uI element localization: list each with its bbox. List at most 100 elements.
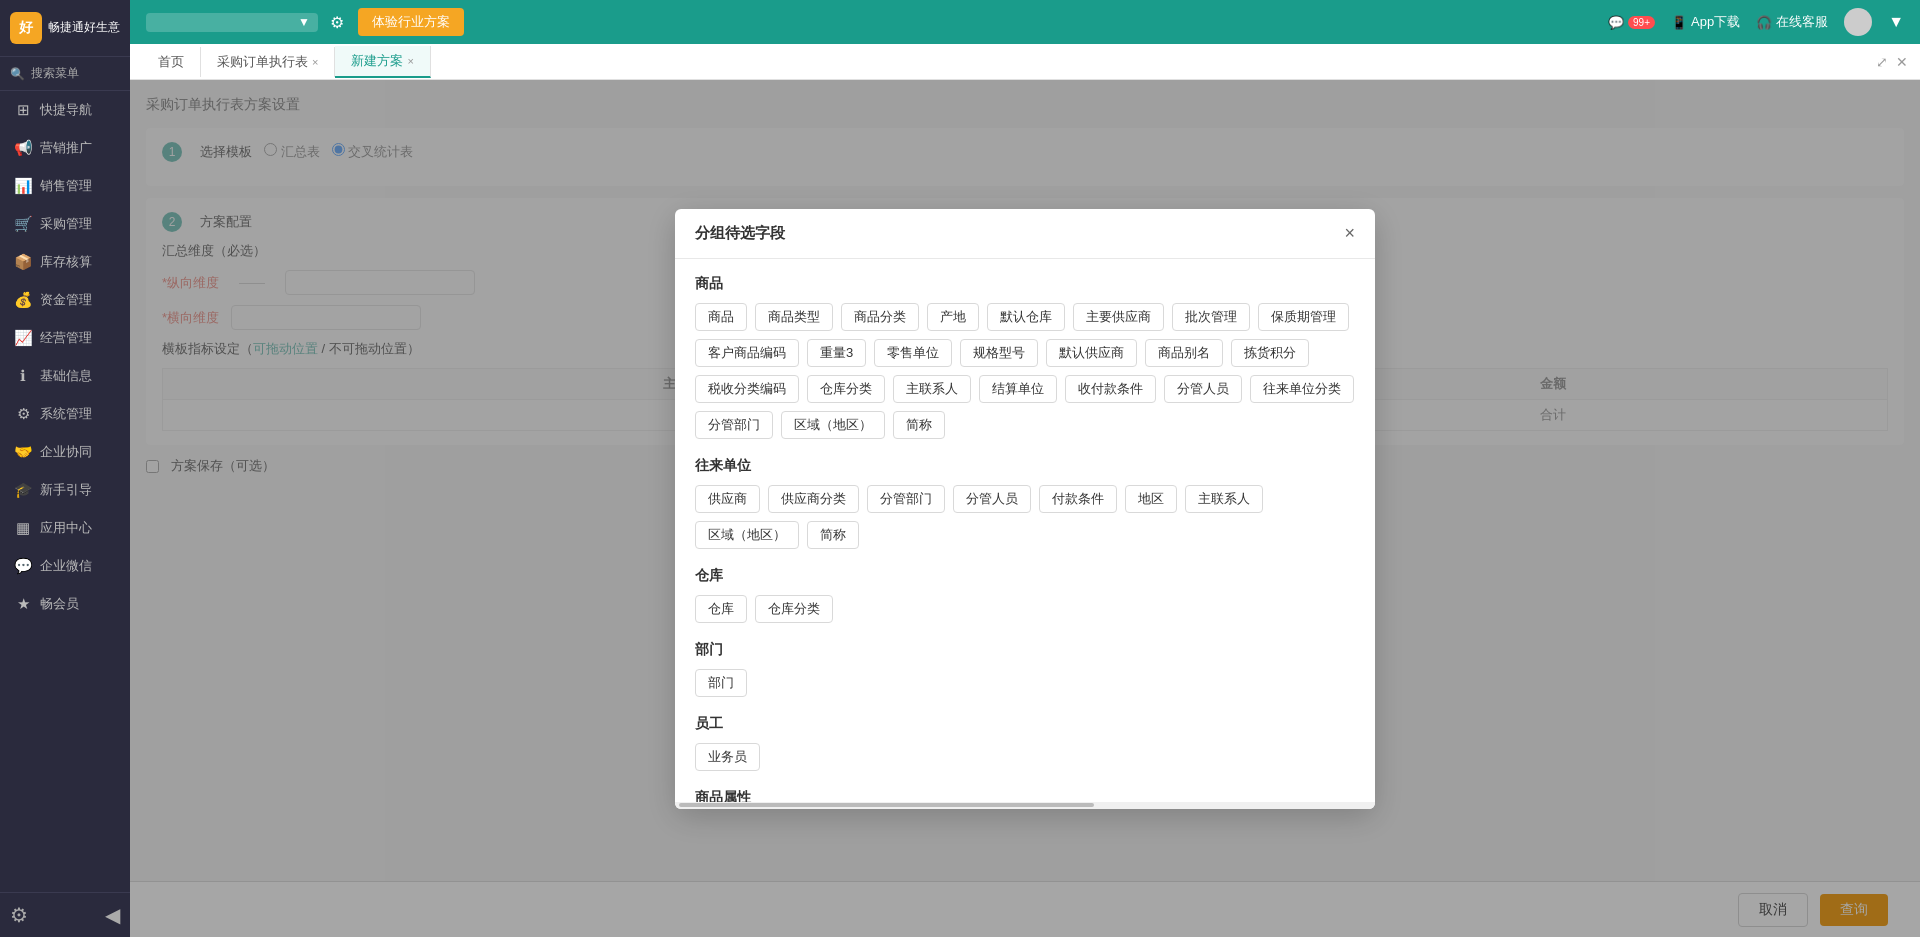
tab-2[interactable]: 新建方案 ×	[335, 46, 430, 78]
tab-1[interactable]: 采购订单执行表 ×	[201, 47, 335, 77]
modal-section-warehouse: 仓库仓库仓库分类	[695, 567, 1355, 623]
field-tag-goods-12[interactable]: 默认供应商	[1046, 339, 1137, 367]
sidebar-item-quick-nav[interactable]: ⊞快捷导航	[0, 91, 130, 129]
sidebar-item-guide[interactable]: 🎓新手引导	[0, 471, 130, 509]
coop-icon: 🤝	[14, 443, 32, 461]
sidebar-item-marketing[interactable]: 📢营销推广	[0, 129, 130, 167]
field-tag-goods-5[interactable]: 主要供应商	[1073, 303, 1164, 331]
field-tag-goods-10[interactable]: 零售单位	[874, 339, 952, 367]
modal-title: 分组待选字段	[695, 224, 785, 243]
field-tag-goods-18[interactable]: 结算单位	[979, 375, 1057, 403]
settings-icon[interactable]: ⚙	[10, 903, 28, 927]
sidebar-item-member[interactable]: ★ 畅会员	[0, 585, 130, 623]
inventory-icon: 📦	[14, 253, 32, 271]
online-service-link[interactable]: 🎧 在线客服	[1756, 13, 1828, 31]
field-tag-goods-22[interactable]: 分管部门	[695, 411, 773, 439]
message-icon-wrap[interactable]: 💬 99+	[1608, 15, 1655, 30]
sidebar-item-coop[interactable]: 🤝 企业协同	[0, 433, 130, 471]
purchase-icon: 🛒	[14, 215, 32, 233]
sidebar-label-member: 畅会员	[40, 595, 79, 613]
online-service-label: 在线客服	[1776, 13, 1828, 31]
field-tag-partner-6[interactable]: 主联系人	[1185, 485, 1263, 513]
experience-btn[interactable]: 体验行业方案	[358, 8, 464, 36]
sidebar-item-system[interactable]: ⚙系统管理	[0, 395, 130, 433]
tab-maximize[interactable]: ⤢ ✕	[1876, 54, 1908, 70]
field-tag-goods-3[interactable]: 产地	[927, 303, 979, 331]
field-tag-goods-7[interactable]: 保质期管理	[1258, 303, 1349, 331]
field-tag-partner-1[interactable]: 供应商分类	[768, 485, 859, 513]
sidebar-label-operations: 经营管理	[40, 329, 92, 347]
field-tag-department-0[interactable]: 部门	[695, 669, 747, 697]
section-title-goods: 商品	[695, 275, 1355, 293]
topnav-search-wrap: ▼	[146, 13, 318, 32]
sidebar-item-app-center[interactable]: ▦应用中心	[0, 509, 130, 547]
field-tag-goods-19[interactable]: 收付款条件	[1065, 375, 1156, 403]
collapse-icon[interactable]: ◀	[105, 903, 120, 927]
download-icon: 📱	[1671, 15, 1687, 30]
message-icon: 💬	[1608, 15, 1624, 30]
sidebar-item-wechat[interactable]: 💬企业微信	[0, 547, 130, 585]
app-download-link[interactable]: 📱 App下载	[1671, 13, 1740, 31]
field-tag-partner-5[interactable]: 地区	[1125, 485, 1177, 513]
field-tag-goods-0[interactable]: 商品	[695, 303, 747, 331]
sidebar-label-coop: 企业协同	[40, 443, 92, 461]
field-tag-goods-24[interactable]: 简称	[893, 411, 945, 439]
field-tag-goods-1[interactable]: 商品类型	[755, 303, 833, 331]
sidebar-item-finance[interactable]: 💰资金管理	[0, 281, 130, 319]
field-tag-employee-0[interactable]: 业务员	[695, 743, 760, 771]
field-tag-warehouse-1[interactable]: 仓库分类	[755, 595, 833, 623]
sidebar-item-purchase[interactable]: 🛒 采购管理	[0, 205, 130, 243]
modal-body: 商品商品商品类型商品分类产地默认仓库主要供应商批次管理保质期管理客户商品编码重量…	[675, 259, 1375, 802]
field-tag-goods-9[interactable]: 重量3	[807, 339, 866, 367]
topnav-gear-icon[interactable]: ⚙	[330, 13, 344, 32]
sidebar-item-sales[interactable]: 📊销售管理	[0, 167, 130, 205]
tab-close-2[interactable]: ×	[407, 55, 413, 67]
field-tag-goods-23[interactable]: 区域（地区）	[781, 411, 885, 439]
field-tag-warehouse-0[interactable]: 仓库	[695, 595, 747, 623]
sidebar: 好 畅捷通好生意 🔍 搜索菜单 ⊞快捷导航📢营销推广📊销售管理🛒采购管理📦库存核…	[0, 0, 130, 937]
modal-section-product-attr: 商品属性属性颜色多规格尺码鞋码1	[695, 789, 1355, 802]
field-tag-goods-13[interactable]: 商品别名	[1145, 339, 1223, 367]
sidebar-search[interactable]: 🔍 搜索菜单	[0, 57, 130, 91]
sidebar-item-basic-info[interactable]: ℹ基础信息	[0, 357, 130, 395]
modal-hscrollbar[interactable]	[675, 802, 1375, 809]
field-tag-goods-16[interactable]: 仓库分类	[807, 375, 885, 403]
service-icon: 🎧	[1756, 15, 1772, 30]
field-tag-goods-17[interactable]: 主联系人	[893, 375, 971, 403]
sidebar-item-inventory[interactable]: 📦库存核算	[0, 243, 130, 281]
field-tag-partner-3[interactable]: 分管人员	[953, 485, 1031, 513]
sidebar-label-quick-nav: 快捷导航	[40, 101, 92, 119]
member-icon: ★	[14, 595, 32, 613]
sidebar-item-operations[interactable]: 📈经营管理	[0, 319, 130, 357]
field-tag-partner-8[interactable]: 简称	[807, 521, 859, 549]
topnav-dropdown-icon[interactable]: ▼	[298, 15, 310, 29]
field-tag-goods-14[interactable]: 拣货积分	[1231, 339, 1309, 367]
field-tag-partner-0[interactable]: 供应商	[695, 485, 760, 513]
field-tag-partner-7[interactable]: 区域（地区）	[695, 521, 799, 549]
wechat-icon: 💬	[14, 557, 32, 575]
field-tag-goods-8[interactable]: 客户商品编码	[695, 339, 799, 367]
field-tag-goods-6[interactable]: 批次管理	[1172, 303, 1250, 331]
field-tag-partner-4[interactable]: 付款条件	[1039, 485, 1117, 513]
app-download-label: App下载	[1691, 13, 1740, 31]
field-tag-goods-2[interactable]: 商品分类	[841, 303, 919, 331]
sidebar-label-basic-info: 基础信息	[40, 367, 92, 385]
field-tag-goods-20[interactable]: 分管人员	[1164, 375, 1242, 403]
tab-close-1[interactable]: ×	[312, 56, 318, 68]
field-tag-goods-11[interactable]: 规格型号	[960, 339, 1038, 367]
sales-icon: 📊	[14, 177, 32, 195]
field-tag-goods-15[interactable]: 税收分类编码	[695, 375, 799, 403]
sidebar-search-label: 搜索菜单	[31, 65, 79, 82]
modal-close-button[interactable]: ×	[1344, 223, 1355, 244]
message-badge: 99+	[1628, 16, 1655, 29]
app-logo-text: 畅捷通好生意	[48, 20, 120, 36]
topnav-search-input[interactable]	[154, 15, 294, 30]
field-tags-partner: 供应商供应商分类分管部门分管人员付款条件地区主联系人区域（地区） 简称	[695, 485, 1355, 549]
tab-0[interactable]: 首页	[142, 47, 201, 77]
user-avatar[interactable]	[1844, 8, 1872, 36]
user-menu-icon[interactable]: ▼	[1888, 13, 1904, 31]
field-tag-goods-21[interactable]: 往来单位分类	[1250, 375, 1354, 403]
sidebar-label-purchase: 采购管理	[40, 215, 92, 233]
field-tag-partner-2[interactable]: 分管部门	[867, 485, 945, 513]
field-tag-goods-4[interactable]: 默认仓库	[987, 303, 1065, 331]
